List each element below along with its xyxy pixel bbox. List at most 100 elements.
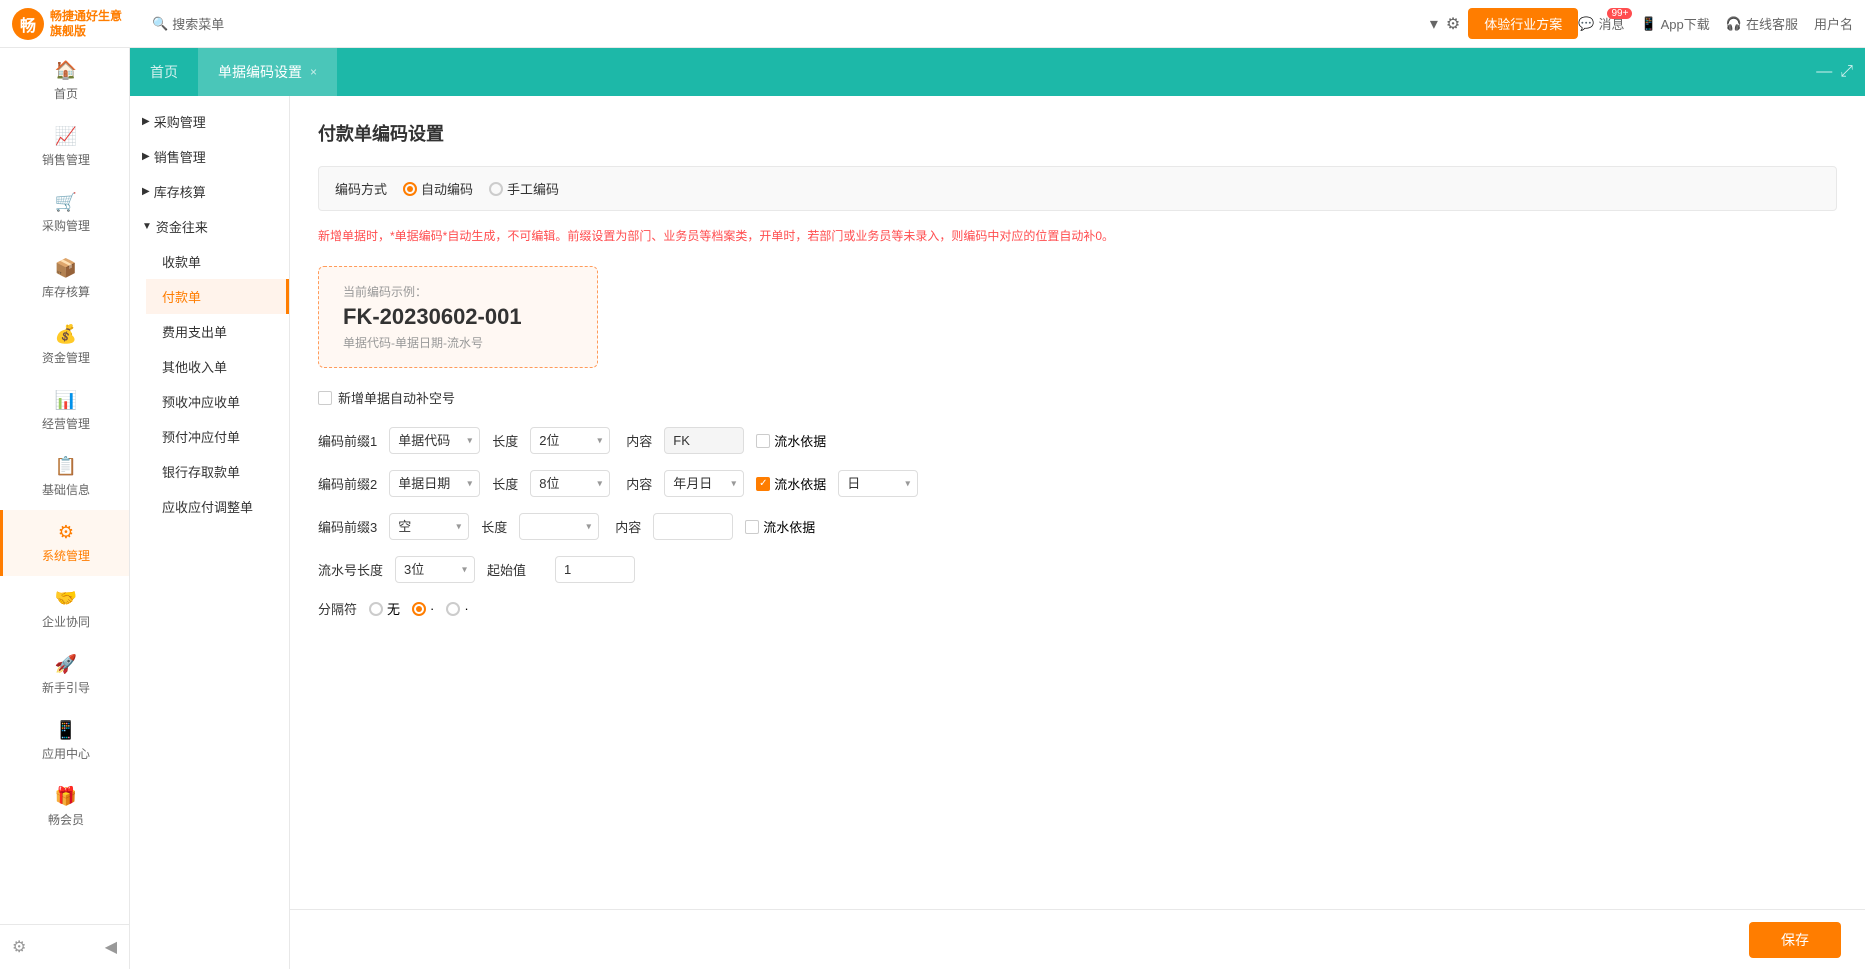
subnav-sales[interactable]: ▶ 销售管理 bbox=[130, 139, 289, 174]
sep-dot-radio[interactable]: · bbox=[412, 601, 434, 616]
collapse-icon[interactable]: ◀ bbox=[105, 937, 117, 957]
auto-encode-radio[interactable]: 自动编码 bbox=[403, 179, 473, 198]
prefix2-content-select[interactable]: 年月日 bbox=[664, 470, 744, 497]
sidebar-item-purchase[interactable]: 🛒 采购管理 bbox=[0, 180, 129, 246]
prefix3-label: 编码前缀3 bbox=[318, 517, 377, 536]
prefix1-label: 编码前缀1 bbox=[318, 431, 377, 450]
sidebar-item-inventory[interactable]: 📦 库存核算 bbox=[0, 246, 129, 312]
message-icon: 💬 bbox=[1578, 16, 1594, 32]
sep-none-circle bbox=[369, 602, 383, 616]
example-code: FK-20230602-001 bbox=[343, 304, 573, 330]
auto-fill-checkbox[interactable] bbox=[318, 391, 332, 405]
main-layout: 🏠 首页 📈 销售管理 🛒 采购管理 📦 库存核算 💰 资金管理 📊 经营管理 … bbox=[0, 48, 1865, 969]
enterprise-icon: 🤝 bbox=[55, 588, 77, 609]
subnav-other-income[interactable]: 其他收入单 bbox=[146, 349, 289, 384]
prefix2-watermark-checkbox[interactable]: ✓ bbox=[756, 477, 770, 491]
page-title: 付款单编码设置 bbox=[318, 120, 1837, 146]
subnav-bank[interactable]: 银行存取款单 bbox=[146, 454, 289, 489]
subnav-expense[interactable]: 费用支出单 bbox=[146, 314, 289, 349]
tab-home[interactable]: 首页 bbox=[130, 48, 198, 96]
subnav-inventory[interactable]: ▶ 库存核算 bbox=[130, 174, 289, 209]
sidebar-item-member[interactable]: 🎁 畅会员 bbox=[0, 774, 129, 840]
prefix3-watermark-checkbox[interactable] bbox=[745, 520, 759, 534]
prefix2-select[interactable]: 单据日期 bbox=[389, 470, 480, 497]
topbar-dropdown[interactable]: ▾ bbox=[1430, 14, 1438, 34]
user-name[interactable]: 用户名 bbox=[1814, 14, 1853, 33]
topbar-right: 💬 消息 99+ 📱 App下载 🎧 在线客服 用户名 bbox=[1578, 14, 1853, 33]
service-button[interactable]: 🎧 在线客服 bbox=[1726, 14, 1798, 33]
subnav-purchase[interactable]: ▶ 采购管理 bbox=[130, 104, 289, 139]
gear-button[interactable]: ⚙ bbox=[1446, 14, 1460, 34]
serial-length-select[interactable]: 3位 bbox=[395, 556, 475, 583]
subnav-capital[interactable]: ▼ 资金往来 bbox=[130, 209, 289, 244]
search-icon: 🔍 bbox=[152, 16, 168, 32]
prefix1-content-input[interactable] bbox=[664, 427, 744, 454]
sidebar-item-finance[interactable]: 💰 资金管理 bbox=[0, 312, 129, 378]
prefix3-content-label: 内容 bbox=[615, 517, 641, 536]
prefix1-select[interactable]: 单据代码 bbox=[389, 427, 480, 454]
sep-dash-radio[interactable]: · bbox=[446, 601, 468, 616]
prefix3-content-input[interactable] bbox=[653, 513, 733, 540]
member-icon: 🎁 bbox=[55, 786, 77, 807]
headset-icon: 🎧 bbox=[1726, 16, 1742, 32]
sidebar-bottom: ⚙ ◀ bbox=[0, 924, 129, 969]
save-button[interactable]: 保存 bbox=[1749, 922, 1841, 958]
sidebar-item-operation[interactable]: 📊 经营管理 bbox=[0, 378, 129, 444]
subnav-payment[interactable]: 付款单 bbox=[146, 279, 289, 314]
prefix1-select-wrapper: 单据代码 ▾ bbox=[389, 427, 480, 454]
logo: 畅 畅捷通好生意 旗舰版 bbox=[12, 8, 132, 40]
prefix1-length-select[interactable]: 2位 bbox=[530, 427, 610, 454]
prefix3-length-select[interactable] bbox=[519, 513, 599, 540]
tab-encode-settings[interactable]: 单据编码设置 × bbox=[198, 48, 337, 96]
prefix2-content-wrapper: 年月日 ▾ bbox=[664, 470, 744, 497]
tab-expand-icon[interactable]: ⤢ bbox=[1840, 63, 1853, 81]
sidebar-item-app[interactable]: 📱 应用中心 bbox=[0, 708, 129, 774]
experience-button[interactable]: 体验行业方案 bbox=[1468, 8, 1578, 39]
sep-dash-circle bbox=[446, 602, 460, 616]
tab-close-icon[interactable]: × bbox=[310, 65, 317, 79]
encode-method-label: 编码方式 bbox=[335, 179, 387, 198]
prefix2-length-label: 长度 bbox=[492, 474, 518, 493]
prefix1-watermark-checkbox[interactable] bbox=[756, 434, 770, 448]
sidebar-item-base[interactable]: 📋 基础信息 bbox=[0, 444, 129, 510]
purchase-icon: 🛒 bbox=[55, 192, 77, 213]
prefix3-select[interactable]: 空 bbox=[389, 513, 469, 540]
sidebar-item-label: 畅会员 bbox=[48, 811, 84, 828]
sidebar-item-sales[interactable]: 📈 销售管理 bbox=[0, 114, 129, 180]
sidebar-item-label: 经营管理 bbox=[42, 415, 90, 432]
sidebar-item-enterprise[interactable]: 🤝 企业协同 bbox=[0, 576, 129, 642]
prefix2-period-select[interactable]: 日 bbox=[838, 470, 918, 497]
sidebar-item-system[interactable]: ⚙ 系统管理 bbox=[0, 510, 129, 576]
app-download-button[interactable]: 📱 App下载 bbox=[1640, 14, 1709, 33]
sidebar-item-home[interactable]: 🏠 首页 bbox=[0, 48, 129, 114]
subnav-capital-children: 收款单 付款单 费用支出单 其他收入单 预收冲应收单 预付冲 bbox=[130, 244, 289, 524]
separator-label: 分隔符 bbox=[318, 599, 357, 618]
sales-icon: 📈 bbox=[55, 126, 77, 147]
subnav-receipt[interactable]: 收款单 bbox=[146, 244, 289, 279]
start-value-input[interactable] bbox=[555, 556, 635, 583]
sidebar-item-guide[interactable]: 🚀 新手引导 bbox=[0, 642, 129, 708]
encode-method-radios: 自动编码 手工编码 bbox=[403, 179, 559, 198]
sidebar-item-label: 采购管理 bbox=[42, 217, 90, 234]
app-icon: 📱 bbox=[1640, 16, 1656, 32]
subnav-advance-receipt[interactable]: 预收冲应收单 bbox=[146, 384, 289, 419]
settings-bottom-icon[interactable]: ⚙ bbox=[12, 937, 26, 957]
bottom-bar: 保存 bbox=[290, 909, 1865, 969]
message-button[interactable]: 💬 消息 99+ bbox=[1578, 14, 1624, 33]
search-menu[interactable]: 🔍 搜索菜单 bbox=[152, 14, 224, 33]
subnav-adjust[interactable]: 应收应付调整单 bbox=[146, 489, 289, 524]
prefix3-watermark-label: 流水依据 bbox=[745, 517, 815, 536]
sidebar-item-label: 基础信息 bbox=[42, 481, 90, 498]
manual-encode-radio[interactable]: 手工编码 bbox=[489, 179, 559, 198]
sidebar-item-label: 首页 bbox=[54, 85, 78, 102]
inventory-icon: 📦 bbox=[55, 258, 77, 279]
prefix2-length-select[interactable]: 8位 bbox=[530, 470, 610, 497]
form-area: 付款单编码设置 编码方式 自动编码 手工编码 bbox=[290, 96, 1865, 909]
subnav-advance-payment[interactable]: 预付冲应付单 bbox=[146, 419, 289, 454]
sep-none-radio[interactable]: 无 bbox=[369, 599, 400, 618]
sub-nav: ▶ 采购管理 ▶ 销售管理 ▶ 库存核算 ▼ 资金往来 收款单 bbox=[130, 96, 290, 969]
tab-minimize-icon[interactable]: — bbox=[1816, 63, 1832, 81]
prefix2-select-wrapper: 单据日期 ▾ bbox=[389, 470, 480, 497]
prefix-row-2: 编码前缀2 单据日期 ▾ 长度 8位 ▾ bbox=[318, 470, 1837, 497]
sidebar-item-label: 销售管理 bbox=[42, 151, 90, 168]
